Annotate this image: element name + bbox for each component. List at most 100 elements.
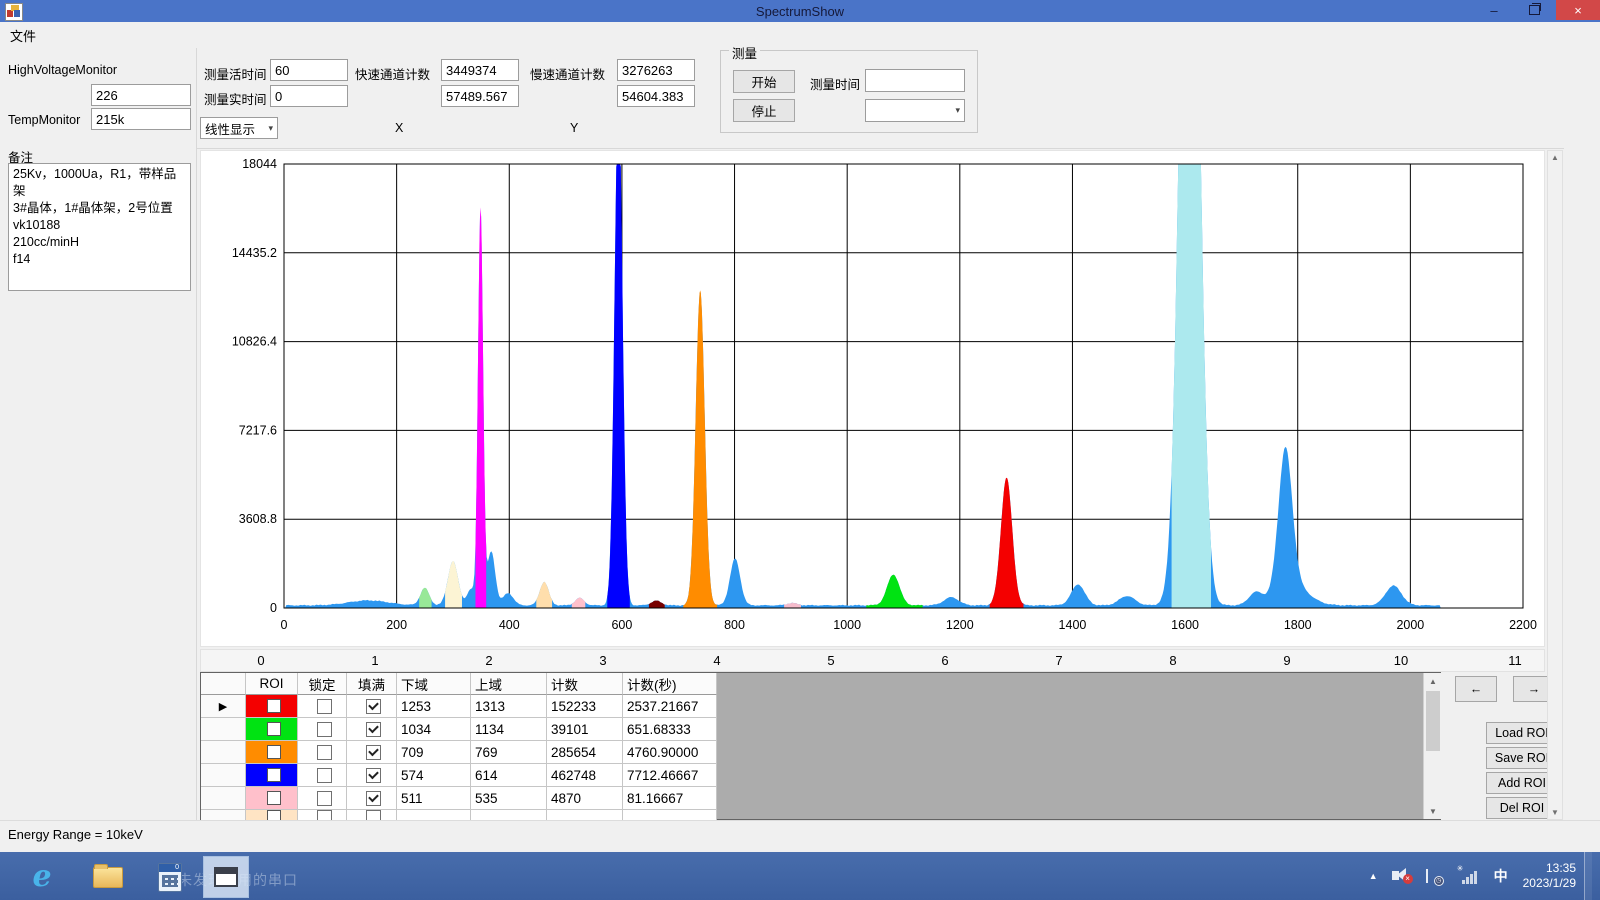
upper-bound-cell[interactable]: 1313 <box>471 695 547 718</box>
filled-checkbox[interactable] <box>347 695 397 718</box>
slow-channel-label: 慢速通道计数 <box>530 64 605 83</box>
fast-channel-rate-field[interactable] <box>441 85 519 107</box>
column-header-6[interactable]: 计数 <box>547 673 623 695</box>
start-button[interactable]: 开始 <box>733 70 795 93</box>
table-scrollbar[interactable]: ▲▼ <box>1423 673 1442 819</box>
scroll-left-button[interactable]: ← <box>1455 676 1497 702</box>
network-signal-icon[interactable]: ✳ <box>1460 869 1480 884</box>
column-header-4[interactable]: 下域 <box>397 673 471 695</box>
filled-checkbox[interactable] <box>347 787 397 810</box>
upper-bound-cell[interactable]: 535 <box>471 787 547 810</box>
locked-checkbox[interactable] <box>298 764 347 787</box>
column-header-2[interactable]: 锁定 <box>298 673 347 695</box>
column-header-7[interactable]: 计数(秒) <box>623 673 717 695</box>
column-header-1[interactable]: ROI <box>246 673 298 695</box>
upper-bound-cell[interactable]: 614 <box>471 764 547 787</box>
lower-bound-cell[interactable]: 574 <box>397 764 471 787</box>
display-mode-combobox[interactable]: 线性显示 ▾ <box>200 117 278 139</box>
counts-cell[interactable]: 152233 <box>547 695 623 718</box>
table-row[interactable]: 5746144627487712.46667 <box>201 764 717 787</box>
lower-bound-cell[interactable]: 511 <box>397 787 471 810</box>
upper-bound-cell[interactable]: 769 <box>471 741 547 764</box>
locked-checkbox[interactable] <box>298 718 347 741</box>
lower-bound-cell[interactable]: 709 <box>397 741 471 764</box>
calculator-icon[interactable] <box>150 860 190 894</box>
counts-cell[interactable]: 285654 <box>547 741 623 764</box>
counts-per-second-cell[interactable]: 4760.90000 <box>623 741 717 764</box>
fast-channel-count-field[interactable] <box>441 59 519 81</box>
ime-indicator[interactable]: 中 <box>1494 866 1508 886</box>
lower-bound-cell[interactable]: 1253 <box>397 695 471 718</box>
measure-time-field[interactable] <box>865 69 965 92</box>
show-desktop-button[interactable] <box>1584 852 1592 900</box>
table-row[interactable]: 7097692856544760.90000 <box>201 741 717 764</box>
real-time-field[interactable] <box>270 85 348 107</box>
form-scrollbar[interactable]: ▲ ▼ <box>1547 150 1563 820</box>
counts-per-second-cell[interactable]: 7712.46667 <box>623 764 717 787</box>
action-center-flag-icon[interactable]: ◷ <box>1428 869 1446 884</box>
row-selector[interactable] <box>201 787 246 810</box>
filled-checkbox[interactable] <box>347 764 397 787</box>
filled-checkbox[interactable] <box>347 741 397 764</box>
upper-bound-cell[interactable]: 1134 <box>471 718 547 741</box>
counts-per-second-cell[interactable]: 651.68333 <box>623 718 717 741</box>
column-header-3[interactable]: 填满 <box>347 673 397 695</box>
scrollbar-thumb[interactable] <box>1426 691 1440 751</box>
scroll-up-icon[interactable]: ▲ <box>1548 153 1562 162</box>
ie-taskbar-icon[interactable]: e <box>22 860 62 894</box>
taskbar-clock[interactable]: 13:35 2023/1/29 <box>1523 861 1576 891</box>
roi-color-cell[interactable] <box>246 764 298 787</box>
high-voltage-value-field[interactable] <box>91 84 191 106</box>
roi-region <box>572 597 586 608</box>
scroll-up-icon[interactable]: ▲ <box>1424 673 1442 689</box>
slow-channel-rate-field[interactable] <box>617 85 695 107</box>
fast-channel-label: 快速通道计数 <box>355 64 430 83</box>
counts-cell[interactable]: 462748 <box>547 764 623 787</box>
roi-region <box>536 582 552 608</box>
row-selector[interactable]: ▶ <box>201 695 246 718</box>
restore-button[interactable] <box>1520 0 1548 20</box>
scroll-down-icon[interactable]: ▼ <box>1424 803 1442 819</box>
column-header-5[interactable]: 上域 <box>471 673 547 695</box>
volume-muted-icon[interactable]: × <box>1392 868 1414 884</box>
locked-checkbox[interactable] <box>298 695 347 718</box>
active-app-taskbar-button[interactable] <box>203 856 249 898</box>
roi-color-cell[interactable] <box>246 718 298 741</box>
preset-combobox[interactable]: ▾ <box>865 99 965 122</box>
roi-color-cell[interactable] <box>246 695 298 718</box>
filled-checkbox[interactable] <box>347 718 397 741</box>
notes-textarea[interactable]: 25Kv，1000Ua，R1，带样品架 3#晶体，1#晶体架，2号位置 vk10… <box>8 163 191 291</box>
counts-cell[interactable]: 39101 <box>547 718 623 741</box>
roi-region <box>445 561 462 608</box>
energy-ruler: 01234567891011 <box>200 649 1545 672</box>
counts-cell[interactable]: 4870 <box>547 787 623 810</box>
hidden-icons-chevron-icon[interactable]: ▲ <box>1369 871 1378 881</box>
row-selector[interactable] <box>201 741 246 764</box>
roi-table[interactable]: ROI锁定填满下域上域计数计数(秒) ▶ 125313131522332537.21… <box>200 672 1441 820</box>
stop-button[interactable]: 停止 <box>733 99 795 122</box>
live-time-field[interactable] <box>270 59 348 81</box>
table-row[interactable]: 511535487081.16667 <box>201 787 717 810</box>
counts-per-second-cell[interactable]: 81.16667 <box>623 787 717 810</box>
roi-color-cell[interactable] <box>246 787 298 810</box>
svg-text:18044: 18044 <box>242 157 277 171</box>
row-selector[interactable] <box>201 764 246 787</box>
minimize-button[interactable]: – <box>1480 0 1508 20</box>
lower-bound-cell[interactable]: 1034 <box>397 718 471 741</box>
roi-region <box>990 478 1024 608</box>
menu-file[interactable]: 文件 <box>0 22 46 48</box>
counts-per-second-cell[interactable]: 2537.21667 <box>623 695 717 718</box>
roi-color-cell[interactable] <box>246 741 298 764</box>
locked-checkbox[interactable] <box>298 741 347 764</box>
table-row[interactable]: ▶ 125313131522332537.21667 <box>201 695 717 718</box>
svg-text:0: 0 <box>270 601 277 615</box>
temp-value-field[interactable] <box>91 108 191 130</box>
spectrum-chart[interactable]: 03608.87217.610826.414435.21804402004006… <box>200 150 1545 647</box>
table-row[interactable]: 1034113439101651.68333 <box>201 718 717 741</box>
locked-checkbox[interactable] <box>298 787 347 810</box>
file-explorer-icon[interactable] <box>88 860 128 894</box>
scroll-down-icon[interactable]: ▼ <box>1548 808 1562 817</box>
close-button[interactable]: × <box>1556 0 1600 20</box>
slow-channel-count-field[interactable] <box>617 59 695 81</box>
row-selector[interactable] <box>201 718 246 741</box>
